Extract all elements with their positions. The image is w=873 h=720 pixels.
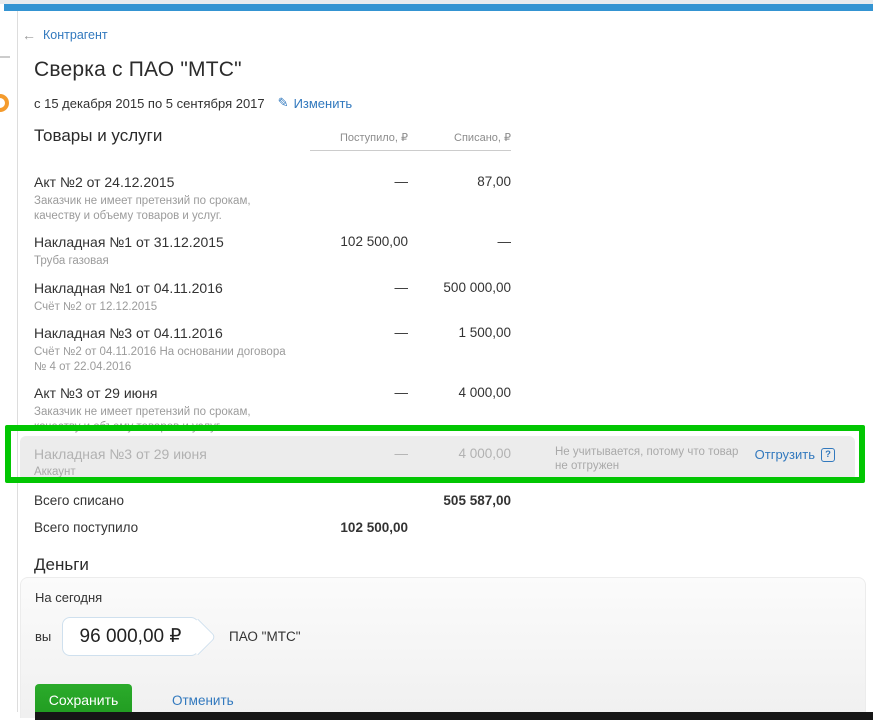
ship-label: Отгрузить bbox=[754, 447, 815, 462]
back-link-label: Контрагент bbox=[43, 28, 108, 42]
total-received-row: Всего поступило 102 500,00 bbox=[34, 519, 511, 537]
pencil-icon: ✎ bbox=[277, 95, 289, 110]
row-subtitle: Аккаунт bbox=[34, 466, 76, 478]
sidebar-remnant-orange-icon bbox=[0, 94, 9, 112]
payee-label: ПАО "МТС" bbox=[229, 629, 301, 644]
row-received: — bbox=[394, 174, 409, 189]
content: ← Контрагент Сверка с ПАО "МТС" с 15 дек… bbox=[20, 11, 866, 718]
row-written-off: 1 500,00 bbox=[458, 325, 511, 340]
period-row: с 15 декабря 2015 по 5 сентября 2017 ✎ И… bbox=[34, 95, 866, 111]
amount-input[interactable]: 96 000,00 ₽ bbox=[62, 617, 217, 656]
row-subtitle: Счёт №2 от 04.11.2016 На основании догов… bbox=[34, 346, 286, 373]
back-link[interactable]: ← Контрагент bbox=[22, 27, 108, 43]
goods-heading: Товары и услуги bbox=[34, 126, 163, 145]
total-received-value: 102 500,00 bbox=[340, 520, 408, 535]
goods-header: Товары и услуги Поступило, ₽ Списано, ₽ bbox=[34, 126, 511, 146]
money-card: На сегодня вы 96 000,00 ₽ ПАО "МТС" Сохр… bbox=[20, 577, 866, 718]
help-icon[interactable]: ? bbox=[821, 447, 835, 462]
table-row: Накладная №1 от 04.11.2016 Счёт №2 от 12… bbox=[34, 279, 511, 315]
totals: Всего списано 505 587,00 Всего поступило… bbox=[34, 492, 511, 537]
top-accent-bar bbox=[4, 4, 873, 11]
ship-link[interactable]: Отгрузить ? bbox=[755, 447, 835, 462]
card-label: На сегодня bbox=[35, 590, 103, 605]
table-row: Накладная №3 от 04.11.2016 Счёт №2 от 04… bbox=[34, 324, 511, 374]
row-written-off: 500 000,00 bbox=[443, 279, 511, 295]
bottom-bar bbox=[35, 712, 873, 720]
row-title: Накладная №1 от 31.12.2015 bbox=[34, 234, 224, 250]
sidebar-remnant-tick bbox=[0, 56, 10, 58]
row-received: — bbox=[394, 446, 409, 461]
row-written-off: 4 000,00 bbox=[458, 446, 511, 461]
page-title: Сверка с ПАО "МТС" bbox=[34, 58, 242, 81]
row-title: Акт №3 от 29 июня bbox=[34, 385, 158, 401]
row-subtitle: Труба газовая bbox=[34, 255, 109, 267]
total-label: Всего поступило bbox=[34, 520, 139, 535]
excluded-reason: Не учитывается, потому что товар не отгр… bbox=[555, 446, 739, 472]
row-title: Акт №2 от 24.12.2015 bbox=[34, 174, 175, 190]
row-subtitle: Счёт №2 от 12.12.2015 bbox=[34, 300, 158, 313]
total-written-off-value: 505 587,00 bbox=[443, 493, 511, 508]
period-text: с 15 декабря 2015 по 5 сентября 2017 bbox=[34, 95, 265, 111]
row-written-off: 87,00 bbox=[477, 174, 511, 189]
row-title: Накладная №3 от 04.11.2016 bbox=[34, 325, 223, 341]
total-written-off-row: Всего списано 505 587,00 bbox=[34, 492, 511, 510]
goods-table: Товары и услуги Поступило, ₽ Списано, ₽ … bbox=[34, 126, 511, 434]
total-label: Всего списано bbox=[34, 493, 124, 508]
row-received: — bbox=[394, 385, 409, 400]
table-row: Накладная №1 от 31.12.2015 Труба газовая… bbox=[34, 233, 511, 269]
table-row: Акт №3 от 29 июня Заказчик не имеет прет… bbox=[34, 384, 511, 434]
edit-label: Изменить bbox=[293, 95, 353, 111]
row-received: 102 500,00 bbox=[340, 234, 408, 249]
row-received: — bbox=[394, 279, 409, 295]
amount-value: 96 000,00 ₽ bbox=[79, 626, 182, 647]
cancel-button[interactable]: Отменить bbox=[172, 693, 234, 708]
money-heading: Деньги bbox=[34, 555, 89, 574]
row-subtitle: Заказчик не имеет претензий по срокам, к… bbox=[34, 406, 251, 433]
row-title: Накладная №1 от 04.11.2016 bbox=[34, 279, 223, 296]
row-written-off: 4 000,00 bbox=[458, 385, 511, 400]
row-title: Накладная №3 от 29 июня bbox=[34, 446, 207, 462]
back-arrow-icon: ← bbox=[22, 27, 36, 43]
payer-label: вы bbox=[35, 629, 52, 644]
row-received: — bbox=[394, 325, 409, 340]
goods-rows: Акт №2 от 24.12.2015 Заказчик не имеет п… bbox=[34, 151, 511, 434]
sidebar-separator bbox=[17, 11, 18, 712]
row-written-off: — bbox=[497, 234, 512, 249]
amount-arrow-tip bbox=[179, 618, 217, 656]
money-row: вы 96 000,00 ₽ ПАО "МТС" bbox=[35, 617, 851, 656]
column-header-received: Поступило, ₽ bbox=[339, 132, 408, 144]
column-header-written-off: Списано, ₽ bbox=[454, 132, 511, 144]
excluded-row: Накладная №3 от 29 июня Аккаунт — 4 000,… bbox=[20, 436, 855, 481]
row-subtitle: Заказчик не имеет претензий по срокам, к… bbox=[34, 195, 251, 222]
table-row: Акт №2 от 24.12.2015 Заказчик не имеет п… bbox=[34, 173, 511, 223]
edit-period-link[interactable]: ✎ Изменить bbox=[278, 95, 353, 111]
